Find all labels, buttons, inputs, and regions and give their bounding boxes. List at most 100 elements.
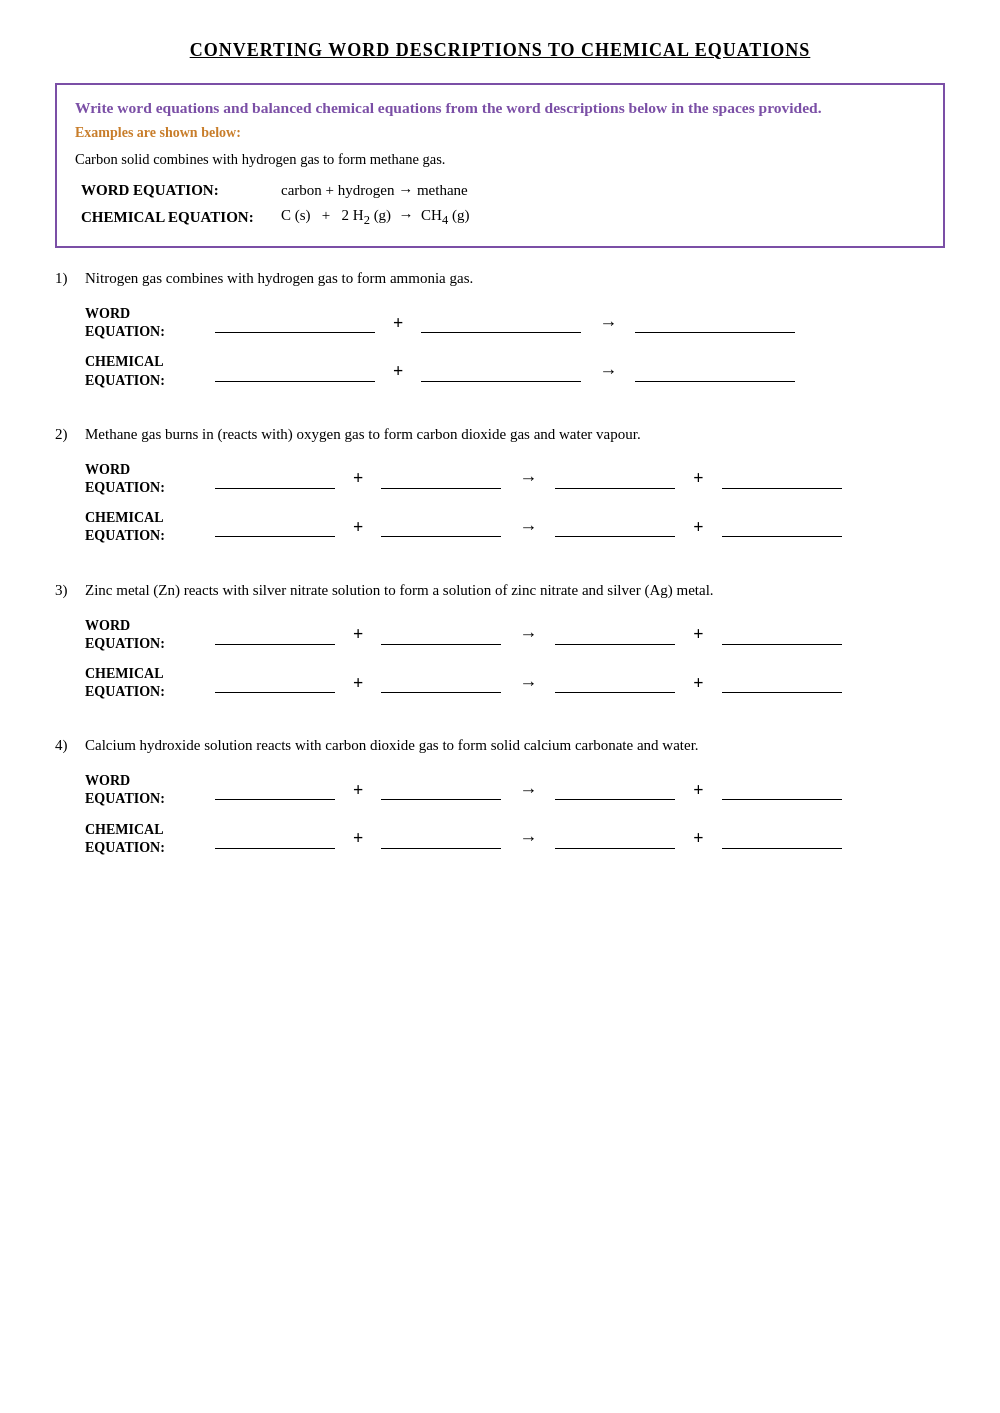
- question-1-desc: Nitrogen gas combines with hydrogen gas …: [85, 270, 945, 287]
- question-4-word-label: WORDEQUATION:: [85, 772, 215, 808]
- question-4-equations: WORDEQUATION: + → + CHEMICALEQUATION: + …: [85, 772, 945, 857]
- q2-chem-reactant2[interactable]: [381, 517, 501, 537]
- plus-sym-4: +: [693, 468, 703, 489]
- q4-chem-product1[interactable]: [555, 829, 675, 849]
- q4-chem-product2[interactable]: [722, 829, 842, 849]
- q1-chem-reactant1[interactable]: [215, 362, 375, 382]
- question-3-num: 3): [55, 582, 85, 599]
- question-2-desc: Methane gas burns in (reacts with) oxyge…: [85, 426, 945, 443]
- question-1-word-inputs: + →: [215, 313, 945, 334]
- question-1: 1) Nitrogen gas combines with hydrogen g…: [55, 270, 945, 390]
- q3-word-reactant2[interactable]: [381, 625, 501, 645]
- question-3-word-inputs: + → +: [215, 624, 945, 645]
- q2-chem-product1[interactable]: [555, 517, 675, 537]
- question-2-chem-label: CHEMICALEQUATION:: [85, 509, 215, 545]
- q1-chem-reactant2[interactable]: [421, 362, 581, 382]
- question-1-word-eq: WORDEQUATION: + →: [85, 305, 945, 341]
- arrow-sym-1: →: [599, 313, 617, 334]
- question-3: 3) Zinc metal (Zn) reacts with silver ni…: [55, 582, 945, 702]
- question-3-equations: WORDEQUATION: + → + CHEMICALEQUATION: + …: [85, 617, 945, 702]
- arrow-sym-6: →: [519, 673, 537, 694]
- q3-word-product2[interactable]: [722, 625, 842, 645]
- page-title: CONVERTING WORD DESCRIPTIONS TO CHEMICAL…: [55, 40, 945, 61]
- question-4-num: 4): [55, 737, 85, 754]
- question-1-chem-inputs: + →: [215, 361, 945, 382]
- question-2-equations: WORDEQUATION: + → + CHEMICALEQUATION: + …: [85, 461, 945, 546]
- word-eq-value: carbon + hydrogen → methane: [275, 178, 925, 203]
- plus-sym-8: +: [693, 624, 703, 645]
- q3-chem-product2[interactable]: [722, 673, 842, 693]
- intro-table: WORD EQUATION: carbon + hydrogen → metha…: [75, 178, 925, 232]
- q3-chem-product1[interactable]: [555, 673, 675, 693]
- q4-word-product1[interactable]: [555, 780, 675, 800]
- plus-sym-10: +: [693, 673, 703, 694]
- question-4-chem-inputs: + → +: [215, 828, 945, 849]
- q4-chem-reactant1[interactable]: [215, 829, 335, 849]
- question-3-chem-inputs: + → +: [215, 673, 945, 694]
- plus-sym-1: +: [393, 313, 403, 334]
- q2-word-reactant1[interactable]: [215, 469, 335, 489]
- question-4: 4) Calcium hydroxide solution reacts wit…: [55, 737, 945, 857]
- q4-word-reactant1[interactable]: [215, 780, 335, 800]
- q2-chem-reactant1[interactable]: [215, 517, 335, 537]
- arrow-sym-3: →: [519, 468, 537, 489]
- question-2-word-eq: WORDEQUATION: + → +: [85, 461, 945, 497]
- question-3-chem-label: CHEMICALEQUATION:: [85, 665, 215, 701]
- question-1-word-label: WORDEQUATION:: [85, 305, 215, 341]
- q1-word-reactant1[interactable]: [215, 313, 375, 333]
- q2-word-product1[interactable]: [555, 469, 675, 489]
- question-4-chem-eq: CHEMICALEQUATION: + → +: [85, 821, 945, 857]
- q2-chem-product2[interactable]: [722, 517, 842, 537]
- q2-word-product2[interactable]: [722, 469, 842, 489]
- question-3-chem-eq: CHEMICALEQUATION: + → +: [85, 665, 945, 701]
- question-1-chem-eq: CHEMICALEQUATION: + →: [85, 353, 945, 389]
- q3-chem-reactant2[interactable]: [381, 673, 501, 693]
- question-4-chem-label: CHEMICALEQUATION:: [85, 821, 215, 857]
- arrow-sym-2: →: [599, 361, 617, 382]
- intro-box: Write word equations and balanced chemic…: [55, 83, 945, 248]
- intro-instruction: Write word equations and balanced chemic…: [75, 99, 925, 117]
- plus-sym-14: +: [693, 828, 703, 849]
- q1-word-reactant2[interactable]: [421, 313, 581, 333]
- arrow-sym-4: →: [519, 517, 537, 538]
- plus-sym-6: +: [693, 517, 703, 538]
- plus-sym-9: +: [353, 673, 363, 694]
- arrow-sym-8: →: [519, 828, 537, 849]
- question-3-word-eq: WORDEQUATION: + → +: [85, 617, 945, 653]
- q2-word-reactant2[interactable]: [381, 469, 501, 489]
- q4-word-reactant2[interactable]: [381, 780, 501, 800]
- question-4-word-eq: WORDEQUATION: + → +: [85, 772, 945, 808]
- intro-example-desc: Carbon solid combines with hydrogen gas …: [75, 151, 925, 168]
- chem-eq-label: CHEMICAL EQUATION:: [75, 203, 275, 232]
- question-1-equations: WORDEQUATION: + → CHEMICALEQUATION: + →: [85, 305, 945, 390]
- question-2-word-label: WORDEQUATION:: [85, 461, 215, 497]
- plus-sym-13: +: [353, 828, 363, 849]
- q4-chem-reactant2[interactable]: [381, 829, 501, 849]
- arrow-sym-7: →: [519, 780, 537, 801]
- question-2-num: 2): [55, 426, 85, 443]
- q3-word-product1[interactable]: [555, 625, 675, 645]
- question-3-word-label: WORDEQUATION:: [85, 617, 215, 653]
- arrow-sym-5: →: [519, 624, 537, 645]
- question-2: 2) Methane gas burns in (reacts with) ox…: [55, 426, 945, 546]
- plus-sym-3: +: [353, 468, 363, 489]
- question-1-num: 1): [55, 270, 85, 287]
- q4-word-product2[interactable]: [722, 780, 842, 800]
- plus-sym-12: +: [693, 780, 703, 801]
- plus-sym-7: +: [353, 624, 363, 645]
- question-4-word-inputs: + → +: [215, 780, 945, 801]
- question-2-word-inputs: + → +: [215, 468, 945, 489]
- q1-word-product[interactable]: [635, 313, 795, 333]
- word-eq-label: WORD EQUATION:: [75, 178, 275, 203]
- plus-sym-11: +: [353, 780, 363, 801]
- q1-chem-product[interactable]: [635, 362, 795, 382]
- plus-sym-2: +: [393, 361, 403, 382]
- question-1-chem-label: CHEMICALEQUATION:: [85, 353, 215, 389]
- intro-examples-label: Examples are shown below:: [75, 125, 925, 141]
- question-2-chem-eq: CHEMICALEQUATION: + → +: [85, 509, 945, 545]
- q3-word-reactant1[interactable]: [215, 625, 335, 645]
- question-4-desc: Calcium hydroxide solution reacts with c…: [85, 737, 945, 754]
- question-2-chem-inputs: + → +: [215, 517, 945, 538]
- q3-chem-reactant1[interactable]: [215, 673, 335, 693]
- plus-sym-5: +: [353, 517, 363, 538]
